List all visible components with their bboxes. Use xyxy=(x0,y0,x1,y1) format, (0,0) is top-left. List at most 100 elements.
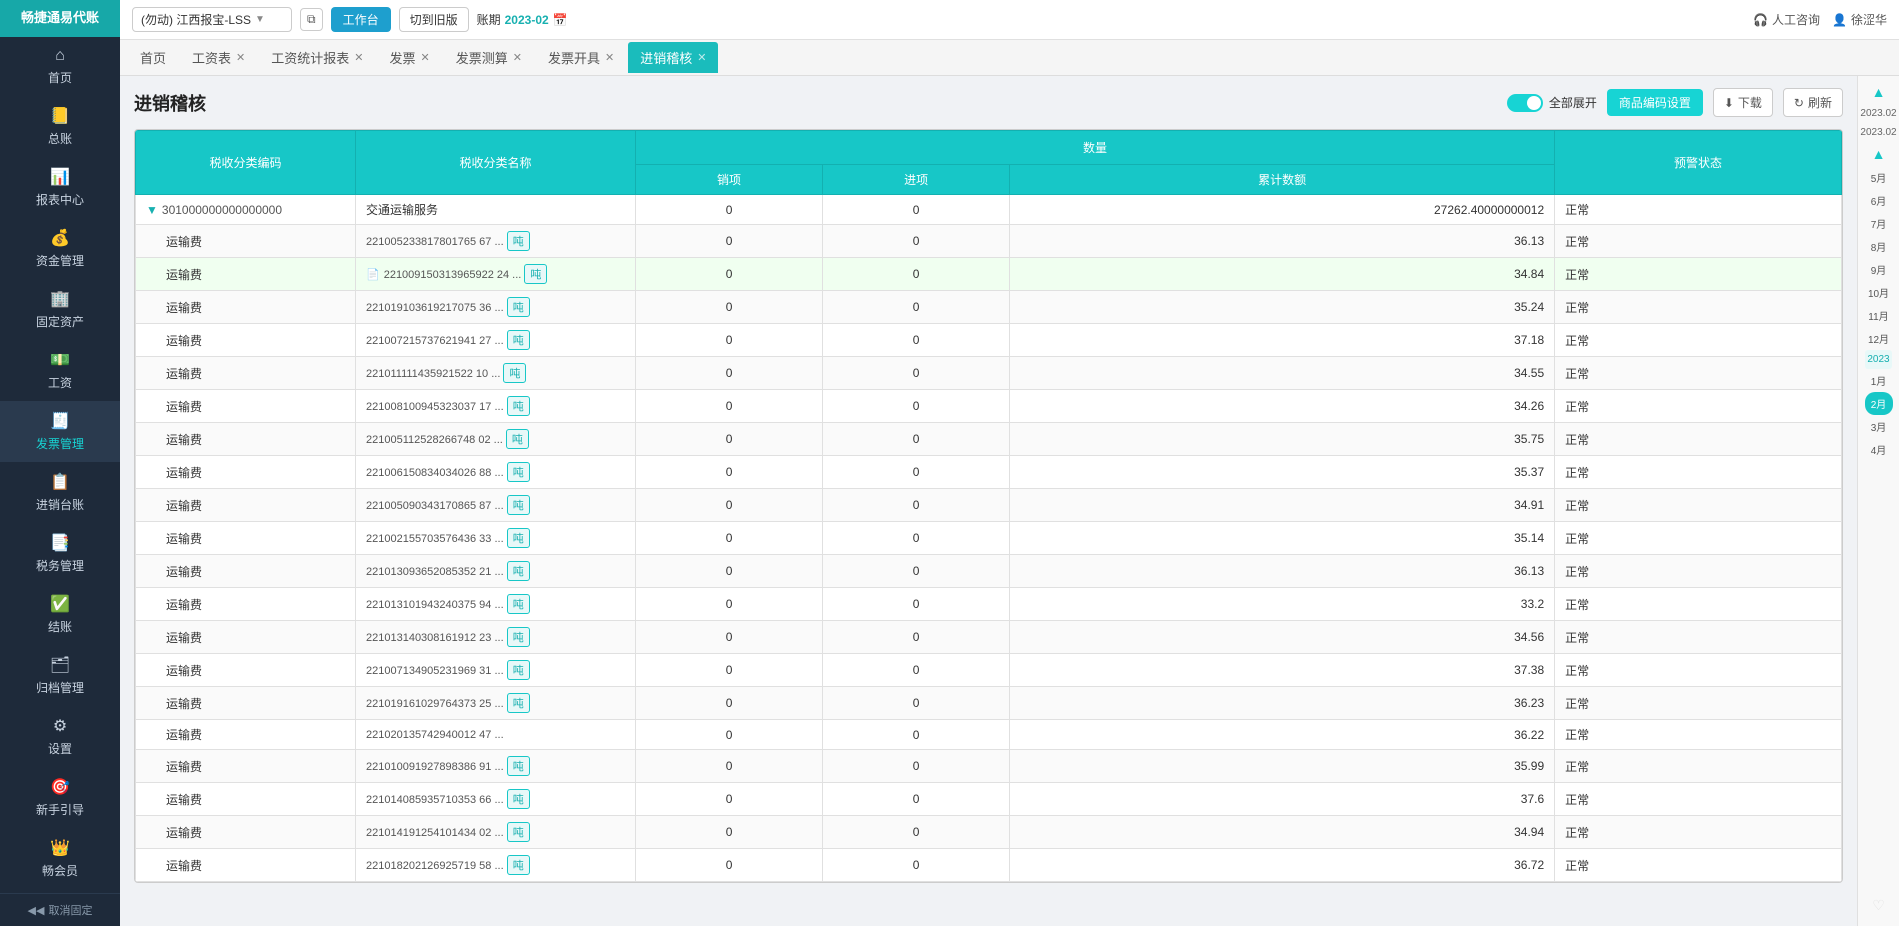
timeline-scroll-up[interactable]: ▲ xyxy=(1868,142,1890,166)
unit-tag: 吨 xyxy=(503,363,526,383)
cell-status: 正常 xyxy=(1555,390,1842,423)
tab-close-icon[interactable]: ✕ xyxy=(236,51,245,64)
timeline-month-7月[interactable]: 7月 xyxy=(1858,212,1899,235)
tab-发票[interactable]: 发票✕ xyxy=(377,42,441,73)
cell-purchase: 0 xyxy=(823,588,1010,621)
timeline-month-8月[interactable]: 8月 xyxy=(1858,235,1899,258)
tab-close-icon[interactable]: ✕ xyxy=(513,51,522,64)
cell-cumulative: 35.14 xyxy=(1010,522,1555,555)
expand-toggle[interactable] xyxy=(1507,94,1543,112)
th-purchase: 进项 xyxy=(823,165,1010,195)
download-icon: ⬇ xyxy=(1724,96,1734,110)
cell-purchase: 0 xyxy=(823,423,1010,456)
tab-工资统计报表[interactable]: 工资统计报表✕ xyxy=(259,42,375,73)
timeline-month-3月[interactable]: 3月 xyxy=(1858,415,1899,438)
expand-icon[interactable]: ▼ xyxy=(146,203,158,217)
sidebar-item-ledger[interactable]: 📒总账 xyxy=(0,96,120,157)
unit-tag: 吨 xyxy=(507,462,530,482)
tab-close-icon[interactable]: ✕ xyxy=(605,51,614,64)
cell-tag: 221011111435921522 10 ... 吨 xyxy=(356,357,636,390)
switch-version-button[interactable]: 切到旧版 xyxy=(399,7,469,32)
org-selector[interactable]: (勿动) 江西报宝-LSS ▼ xyxy=(132,7,292,32)
cell-sale: 0 xyxy=(636,291,823,324)
th-quantity: 数量 xyxy=(636,131,1555,165)
cell-purchase: 0 xyxy=(823,357,1010,390)
timeline-month-6月[interactable]: 6月 xyxy=(1858,189,1899,212)
table-row: ▼301000000000000000 交通运输服务 0 0 27262.400… xyxy=(136,195,1842,225)
table-row: 运输费 221010091927898386 91 ... 吨 0 0 35.9… xyxy=(136,750,1842,783)
table-row: 运输费 221007215737621941 27 ... 吨 0 0 37.1… xyxy=(136,324,1842,357)
sidebar-item-report[interactable]: 📊报表中心 xyxy=(0,157,120,218)
timeline-month-12月[interactable]: 12月 xyxy=(1858,327,1899,350)
tab-close-icon[interactable]: ✕ xyxy=(421,51,430,64)
cell-purchase: 0 xyxy=(823,687,1010,720)
timeline-up-arrow[interactable]: ▲ xyxy=(1868,80,1890,104)
cell-purchase: 0 xyxy=(823,456,1010,489)
sidebar-icon-salary: 💵 xyxy=(50,350,70,370)
sidebar-item-member[interactable]: 👑畅会员 xyxy=(0,828,120,889)
main-table: 税收分类编码 税收分类名称 数量 预警状态 销项 进项 累计数额 ▼301000 xyxy=(135,130,1842,882)
support-button[interactable]: 🎧 人工咨询 xyxy=(1753,11,1820,28)
sidebar-icon-archive: 🗂 xyxy=(50,655,70,675)
tab-label: 工资表 xyxy=(192,48,231,67)
sidebar-item-sales[interactable]: 📋进销台账 xyxy=(0,462,120,523)
table-row: 运输费 221019161029764373 25 ... 吨 0 0 36.2… xyxy=(136,687,1842,720)
cell-cumulative: 34.55 xyxy=(1010,357,1555,390)
user-profile[interactable]: 👤 徐涩华 xyxy=(1832,11,1887,28)
sidebar-item-invoice[interactable]: 🧾发票管理 xyxy=(0,401,120,462)
table-row: 运输费 221002155703576436 33 ... 吨 0 0 35.1… xyxy=(136,522,1842,555)
sidebar-item-settle[interactable]: ✅结账 xyxy=(0,584,120,645)
tab-close-icon[interactable]: ✕ xyxy=(354,51,363,64)
sidebar-item-tax[interactable]: 📑税务管理 xyxy=(0,523,120,584)
tab-发票测算[interactable]: 发票测算✕ xyxy=(444,42,534,73)
sidebar-item-asset[interactable]: 🏢固定资产 xyxy=(0,279,120,340)
timeline-month-1月[interactable]: 1月 xyxy=(1858,369,1899,392)
cell-status: 正常 xyxy=(1555,621,1842,654)
sidebar-icon-home: ⌂ xyxy=(55,47,65,65)
table-row: 运输费 221008100945323037 17 ... 吨 0 0 34.2… xyxy=(136,390,1842,423)
cell-purchase: 0 xyxy=(823,225,1010,258)
timeline-month-2月[interactable]: 2月 xyxy=(1865,392,1893,415)
tab-工资表[interactable]: 工资表 ✕ xyxy=(180,42,257,73)
cell-name: 运输费 xyxy=(136,522,356,555)
timeline-month-5月[interactable]: 5月 xyxy=(1858,166,1899,189)
unit-tag: 吨 xyxy=(507,822,530,842)
sidebar-item-fund[interactable]: 💰资金管理 xyxy=(0,218,120,279)
cell-tag: 221020135742940012 47 ... xyxy=(356,720,636,750)
cell-status: 正常 xyxy=(1555,849,1842,882)
sidebar-item-archive[interactable]: 🗂归档管理 xyxy=(0,645,120,706)
tab-进销稽核[interactable]: 进销稽核 ✕ xyxy=(628,42,718,73)
cell-purchase: 0 xyxy=(823,750,1010,783)
sidebar-item-salary[interactable]: 💵工资 xyxy=(0,340,120,401)
unit-tag: 吨 xyxy=(507,297,530,317)
tab-发票开具[interactable]: 发票开具✕ xyxy=(536,42,626,73)
table-row: 运输费 221005112528266748 02 ... 吨 0 0 35.7… xyxy=(136,423,1842,456)
th-sale: 销项 xyxy=(636,165,823,195)
sidebar-item-home[interactable]: ⌂首页 xyxy=(0,37,120,96)
cell-sale: 0 xyxy=(636,195,823,225)
cell-status: 正常 xyxy=(1555,489,1842,522)
tab-close-icon[interactable]: ✕ xyxy=(697,51,706,64)
table-row: 运输费 221013140308161912 23 ... 吨 0 0 34.5… xyxy=(136,621,1842,654)
workbench-button[interactable]: 工作台 xyxy=(331,7,391,32)
tab-label: 进销稽核 xyxy=(640,48,692,67)
timeline-month-9月[interactable]: 9月 xyxy=(1858,258,1899,281)
cell-name: 运输费 xyxy=(136,456,356,489)
copy-button[interactable]: ⧉ xyxy=(300,8,323,31)
cell-name: 运输费 xyxy=(136,783,356,816)
cell-sale: 0 xyxy=(636,816,823,849)
unpin-button[interactable]: ◀◀ 取消固定 xyxy=(0,893,120,926)
timeline-month-4月[interactable]: 4月 xyxy=(1858,438,1899,461)
download-button[interactable]: ⬇ 下载 xyxy=(1713,88,1773,117)
timeline-month-10月[interactable]: 10月 xyxy=(1858,281,1899,304)
settings-button[interactable]: 商品编码设置 xyxy=(1607,89,1703,116)
sidebar-item-settings[interactable]: ⚙设置 xyxy=(0,706,120,767)
calendar-icon[interactable]: 📅 xyxy=(553,13,568,27)
timeline-month-11月[interactable]: 11月 xyxy=(1858,304,1899,327)
cell-sale: 0 xyxy=(636,687,823,720)
sidebar-item-guide[interactable]: 🎯新手引导 xyxy=(0,767,120,828)
tab-首页[interactable]: 首页 xyxy=(128,42,178,73)
sidebar-icon-guide: 🎯 xyxy=(50,777,70,797)
table-row: 运输费 221005090343170865 87 ... 吨 0 0 34.9… xyxy=(136,489,1842,522)
refresh-button[interactable]: ↻ 刷新 xyxy=(1783,88,1843,117)
